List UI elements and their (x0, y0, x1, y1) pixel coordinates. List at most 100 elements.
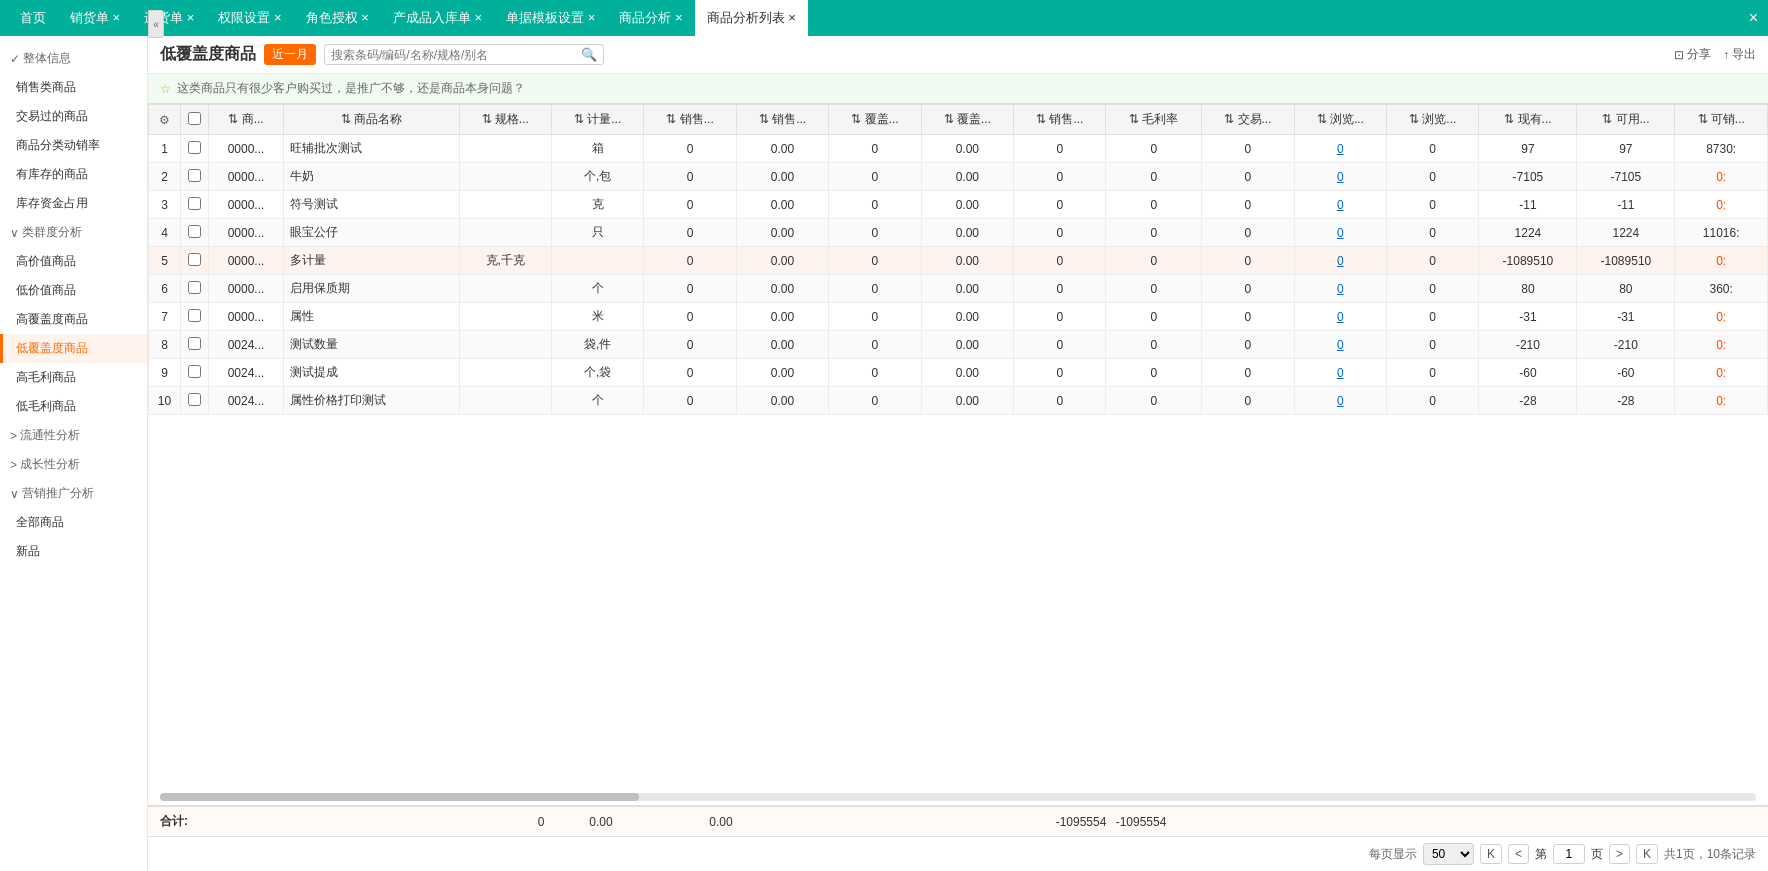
row-select-checkbox[interactable] (188, 225, 201, 238)
row-checkbox[interactable] (181, 275, 209, 303)
sidebar-item-low-value[interactable]: 低价值商品 (0, 276, 147, 305)
sidebar-item-stock-capital[interactable]: 库存资金占用 (0, 189, 147, 218)
row-checkbox[interactable] (181, 191, 209, 219)
sidebar-section-flow[interactable]: > 流通性分析 (0, 421, 147, 450)
row-checkbox[interactable] (181, 303, 209, 331)
row-select-checkbox[interactable] (188, 309, 201, 322)
sidebar-collapse-button[interactable]: « (148, 10, 164, 38)
nav-analysis-list[interactable]: 商品分析列表 × (695, 0, 808, 36)
sidebar-section-overall[interactable]: ✓ 整体信息 (0, 44, 147, 73)
row-browse1[interactable]: 0 (1294, 331, 1386, 359)
sidebar-item-new-goods[interactable]: 新品 (0, 537, 147, 566)
browse-link[interactable]: 0 (1337, 170, 1344, 184)
row-select-checkbox[interactable] (188, 253, 201, 266)
prev-page-button[interactable]: < (1508, 844, 1529, 864)
sidebar-item-category-rate[interactable]: 商品分类动销率 (0, 131, 147, 160)
nav-roles[interactable]: 角色授权 × (294, 0, 381, 36)
sort-icon: ⇅ (1224, 112, 1234, 126)
row-checkbox[interactable] (181, 387, 209, 415)
search-input[interactable] (331, 48, 581, 62)
row-available: -210 (1577, 331, 1675, 359)
row-browse1[interactable]: 0 (1294, 191, 1386, 219)
export-button[interactable]: ↑ 导出 (1723, 46, 1756, 63)
row-spec (459, 135, 551, 163)
sidebar-item-stock-goods[interactable]: 有库存的商品 (0, 160, 147, 189)
row-cov2: 0.00 (921, 247, 1013, 275)
scrollbar-thumb[interactable] (160, 793, 639, 801)
row-checkbox[interactable] (181, 247, 209, 275)
select-all-checkbox[interactable] (188, 112, 201, 125)
browse-link[interactable]: 0 (1337, 338, 1344, 352)
browse-link[interactable]: 0 (1337, 394, 1344, 408)
row-num: 10 (149, 387, 181, 415)
row-select-checkbox[interactable] (188, 197, 201, 210)
nav-home[interactable]: 首页 (8, 0, 58, 36)
sidebar-section-cluster[interactable]: ∨ 类群度分析 (0, 218, 147, 247)
nav-products[interactable]: 产成品入库单 × (381, 0, 494, 36)
row-select-checkbox[interactable] (188, 393, 201, 406)
row-browse1[interactable]: 0 (1294, 219, 1386, 247)
star-icon: ☆ (160, 82, 171, 96)
row-select-checkbox[interactable] (188, 365, 201, 378)
time-filter-button[interactable]: 近一月 (264, 44, 316, 65)
row-available: 1224 (1577, 219, 1675, 247)
sidebar-item-sales-goods[interactable]: 销售类商品 (0, 73, 147, 102)
row-select-checkbox[interactable] (188, 169, 201, 182)
sidebar-item-traded-goods[interactable]: 交易过的商品 (0, 102, 147, 131)
browse-link[interactable]: 0 (1337, 254, 1344, 268)
row-select-checkbox[interactable] (188, 141, 201, 154)
row-browse1[interactable]: 0 (1294, 135, 1386, 163)
nav-analysis[interactable]: 商品分析 × (607, 0, 694, 36)
row-browse1[interactable]: 0 (1294, 163, 1386, 191)
sidebar-item-high-coverage[interactable]: 高覆盖度商品 (0, 305, 147, 334)
col-settings[interactable]: ⚙ (149, 105, 181, 135)
sidebar-item-all-goods[interactable]: 全部商品 (0, 508, 147, 537)
browse-link[interactable]: 0 (1337, 366, 1344, 380)
first-page-button[interactable]: K (1480, 844, 1502, 864)
row-browse1[interactable]: 0 (1294, 387, 1386, 415)
row-sales1: 0 (644, 331, 736, 359)
browse-link[interactable]: 0 (1337, 282, 1344, 296)
browse-link[interactable]: 0 (1337, 226, 1344, 240)
nav-permissions[interactable]: 权限设置 × (206, 0, 293, 36)
browse-link[interactable]: 0 (1337, 142, 1344, 156)
table-wrapper[interactable]: ⚙ ⇅ 商... ⇅ 商品名称 ⇅ 规格... ⇅ 计量... ⇅ 销售... … (148, 104, 1768, 793)
row-browse1[interactable]: 0 (1294, 359, 1386, 387)
row-checkbox[interactable] (181, 331, 209, 359)
row-current: -7105 (1479, 163, 1577, 191)
sidebar-section-marketing[interactable]: ∨ 营销推广分析 (0, 479, 147, 508)
page-number-input[interactable] (1553, 844, 1585, 864)
row-browse1[interactable]: 0 (1294, 275, 1386, 303)
next-page-button[interactable]: > (1609, 844, 1630, 864)
row-browse1[interactable]: 0 (1294, 247, 1386, 275)
row-select-checkbox[interactable] (188, 281, 201, 294)
search-icon[interactable]: 🔍 (581, 47, 597, 62)
sidebar-section-growth[interactable]: > 成长性分析 (0, 450, 147, 479)
sidebar-item-low-coverage[interactable]: 低覆盖度商品 (0, 334, 147, 363)
row-sellable: 8730: (1675, 135, 1768, 163)
page-size-select[interactable]: 50 100 200 (1423, 843, 1474, 865)
nav-purchase[interactable]: 进货单 × (132, 0, 206, 36)
row-checkbox[interactable] (181, 359, 209, 387)
row-browse1[interactable]: 0 (1294, 303, 1386, 331)
nav-sales[interactable]: 销货单 × (58, 0, 132, 36)
horizontal-scrollbar[interactable] (160, 793, 1756, 801)
row-checkbox[interactable] (181, 135, 209, 163)
row-num: 3 (149, 191, 181, 219)
table-row: 10 0024... 属性价格打印测试 个 0 0.00 0 0.00 0 0 … (149, 387, 1768, 415)
row-cov2: 0.00 (921, 275, 1013, 303)
row-checkbox[interactable] (181, 219, 209, 247)
row-checkbox[interactable] (181, 163, 209, 191)
sidebar-item-high-value[interactable]: 高价值商品 (0, 247, 147, 276)
nav-templates[interactable]: 单据模板设置 × (494, 0, 607, 36)
browse-link[interactable]: 0 (1337, 198, 1344, 212)
browse-link[interactable]: 0 (1337, 310, 1344, 324)
settings-icon[interactable]: ⚙ (159, 113, 170, 127)
last-page-button[interactable]: K (1636, 844, 1658, 864)
sidebar-item-low-margin[interactable]: 低毛利商品 (0, 392, 147, 421)
row-select-checkbox[interactable] (188, 337, 201, 350)
close-button[interactable]: × (1749, 9, 1758, 27)
sidebar-item-high-margin[interactable]: 高毛利商品 (0, 363, 147, 392)
export-label: 导出 (1732, 46, 1756, 63)
share-button[interactable]: ⊡ 分享 (1674, 46, 1711, 63)
